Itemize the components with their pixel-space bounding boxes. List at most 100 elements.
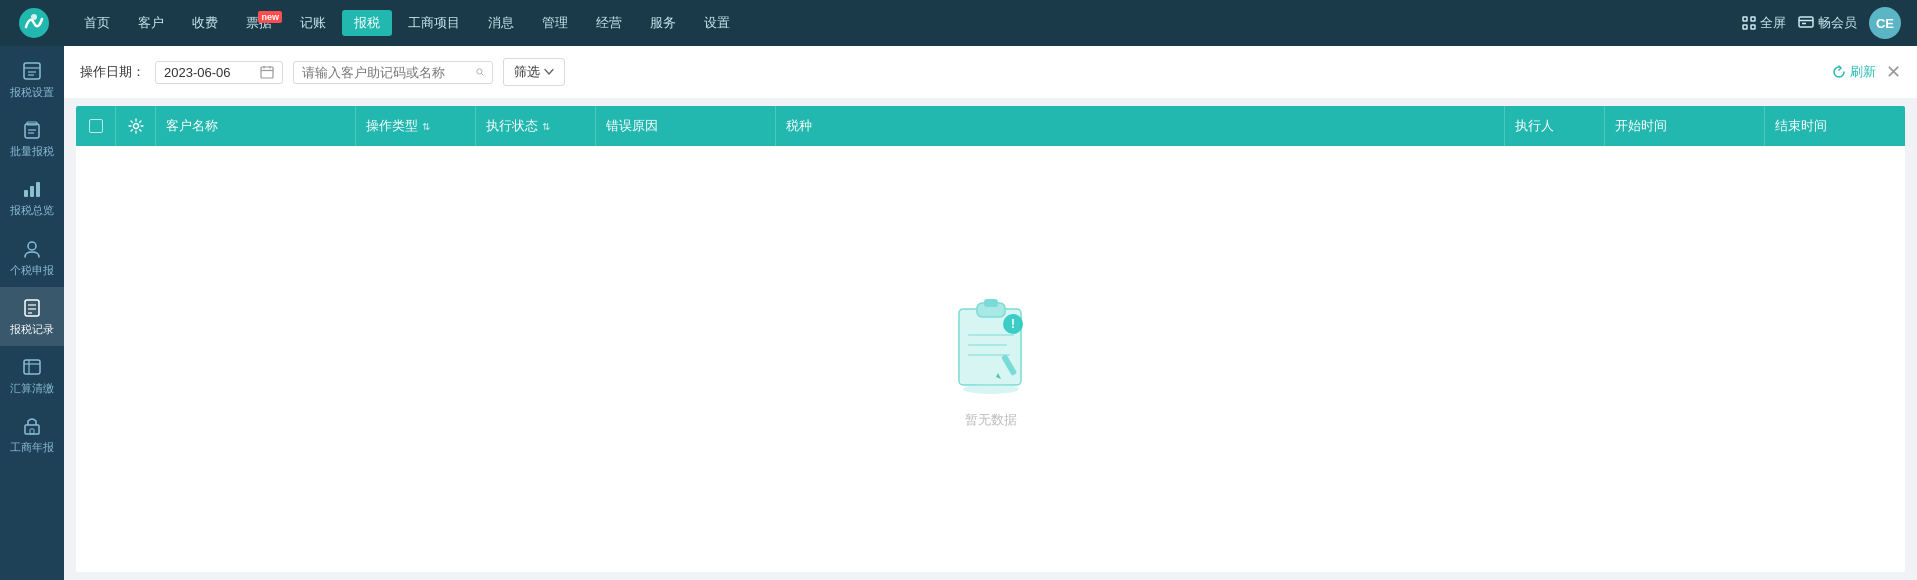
svg-line-35 — [481, 73, 483, 75]
top-nav-right: 全屏 畅会员 CE — [1742, 7, 1901, 39]
sidebar-item-报税设置[interactable]: 报税设置 — [0, 50, 64, 109]
sidebar-icon-报税设置 — [21, 60, 43, 82]
th-end-time: 结束时间 — [1765, 106, 1905, 146]
date-picker[interactable] — [155, 61, 283, 84]
svg-rect-30 — [261, 67, 273, 78]
logo[interactable] — [16, 5, 52, 41]
svg-rect-9 — [24, 63, 40, 79]
toolbar: 操作日期： 筛选 — [64, 46, 1917, 98]
search-box[interactable] — [293, 61, 493, 84]
svg-rect-6 — [1799, 17, 1813, 27]
svg-rect-3 — [1751, 17, 1755, 21]
sidebar-icon-个税申报 — [21, 238, 43, 260]
sidebar-label-个税申报: 个税申报 — [10, 264, 54, 277]
fullscreen-icon — [1742, 16, 1756, 30]
nav-item-收费[interactable]: 收费 — [180, 10, 230, 36]
settings-icon — [128, 118, 144, 134]
svg-rect-19 — [36, 182, 40, 197]
sidebar-icon-报税记录 — [21, 297, 43, 319]
main-layout: 报税设置批量报税报税总览个税申报报税记录汇算清缴工商年报 操作日期： — [0, 46, 1917, 580]
sidebar-label-批量报税: 批量报税 — [10, 145, 54, 158]
nav-item-客户[interactable]: 客户 — [126, 10, 176, 36]
svg-rect-39 — [984, 299, 998, 307]
member-label: 畅会员 — [1818, 14, 1857, 32]
refresh-label: 刷新 — [1850, 63, 1876, 81]
member-button[interactable]: 畅会员 — [1798, 14, 1857, 32]
refresh-button[interactable]: 刷新 — [1832, 63, 1876, 81]
content-area: 操作日期： 筛选 — [64, 46, 1917, 580]
th-executor: 执行人 — [1505, 106, 1605, 146]
sidebar-label-报税记录: 报税记录 — [10, 323, 54, 336]
svg-point-47 — [963, 384, 1019, 394]
table-container: 客户名称 操作类型 ⇅ 执行状态 ⇅ 错误原因 税种 执行人 — [76, 106, 1905, 572]
sidebar-icon-汇算清缴 — [21, 356, 43, 378]
sidebar-icon-批量报税 — [21, 119, 43, 141]
svg-text:!: ! — [1011, 317, 1015, 331]
th-tax-type: 税种 — [776, 106, 1505, 146]
th-start-time: 开始时间 — [1605, 106, 1765, 146]
sort-icon-status: ⇅ — [542, 121, 550, 132]
svg-rect-21 — [25, 300, 39, 316]
select-all-checkbox[interactable] — [89, 119, 103, 133]
date-input[interactable] — [164, 65, 254, 80]
nav-item-管理[interactable]: 管理 — [530, 10, 580, 36]
sidebar-label-工商年报: 工商年报 — [10, 441, 54, 454]
th-settings[interactable] — [116, 106, 156, 146]
refresh-icon — [1832, 65, 1846, 79]
chevron-down-icon — [544, 68, 554, 76]
nav-item-票据[interactable]: 票据new — [234, 10, 284, 36]
svg-point-1 — [31, 14, 37, 20]
nav-items: 首页客户收费票据new记账报税工商项目消息管理经营服务设置 — [72, 10, 1742, 36]
nav-item-工商项目[interactable]: 工商项目 — [396, 10, 472, 36]
nav-badge-票据: new — [258, 11, 282, 23]
search-icon — [476, 65, 484, 79]
date-label: 操作日期： — [80, 63, 145, 81]
filter-button[interactable]: 筛选 — [503, 58, 565, 86]
nav-item-服务[interactable]: 服务 — [638, 10, 688, 36]
empty-text: 暂无数据 — [965, 411, 1017, 429]
svg-rect-17 — [24, 190, 28, 197]
th-checkbox[interactable] — [76, 106, 116, 146]
svg-rect-4 — [1743, 25, 1747, 29]
sidebar-item-批量报税[interactable]: 批量报税 — [0, 109, 64, 168]
svg-point-36 — [133, 124, 138, 129]
th-client-name: 客户名称 — [156, 106, 356, 146]
sidebar-label-报税设置: 报税设置 — [10, 86, 54, 99]
nav-item-报税[interactable]: 报税 — [342, 10, 392, 36]
avatar[interactable]: CE — [1869, 7, 1901, 39]
th-error-reason: 错误原因 — [596, 106, 776, 146]
th-execution-status[interactable]: 执行状态 ⇅ — [476, 106, 596, 146]
svg-rect-18 — [30, 186, 34, 197]
nav-item-设置[interactable]: 设置 — [692, 10, 742, 36]
svg-rect-5 — [1751, 25, 1755, 29]
nav-item-消息[interactable]: 消息 — [476, 10, 526, 36]
sidebar-icon-报税总览 — [21, 178, 43, 200]
svg-rect-25 — [24, 360, 40, 374]
svg-rect-13 — [25, 124, 39, 138]
top-nav: 首页客户收费票据new记账报税工商项目消息管理经营服务设置 全屏 畅会员 CE — [0, 0, 1917, 46]
svg-point-20 — [28, 242, 36, 250]
empty-illustration: ! — [941, 289, 1041, 399]
nav-item-首页[interactable]: 首页 — [72, 10, 122, 36]
svg-rect-2 — [1743, 17, 1747, 21]
sort-icon-operation: ⇅ — [422, 121, 430, 132]
close-button[interactable]: ✕ — [1886, 63, 1901, 81]
nav-item-记账[interactable]: 记账 — [288, 10, 338, 36]
fullscreen-label: 全屏 — [1760, 14, 1786, 32]
sidebar: 报税设置批量报税报税总览个税申报报税记录汇算清缴工商年报 — [0, 46, 64, 580]
filter-label: 筛选 — [514, 63, 540, 81]
sidebar-item-报税记录[interactable]: 报税记录 — [0, 287, 64, 346]
search-input[interactable] — [302, 65, 470, 80]
sidebar-icon-工商年报 — [21, 415, 43, 437]
nav-item-经营[interactable]: 经营 — [584, 10, 634, 36]
th-operation-type[interactable]: 操作类型 ⇅ — [356, 106, 476, 146]
sidebar-item-工商年报[interactable]: 工商年报 — [0, 405, 64, 464]
sidebar-item-报税总览[interactable]: 报税总览 — [0, 168, 64, 227]
sidebar-item-个税申报[interactable]: 个税申报 — [0, 228, 64, 287]
sidebar-item-汇算清缴[interactable]: 汇算清缴 — [0, 346, 64, 405]
table-body: ! 暂无数据 — [76, 146, 1905, 572]
member-icon — [1798, 16, 1814, 30]
fullscreen-button[interactable]: 全屏 — [1742, 14, 1786, 32]
table-header: 客户名称 操作类型 ⇅ 执行状态 ⇅ 错误原因 税种 执行人 — [76, 106, 1905, 146]
sidebar-label-报税总览: 报税总览 — [10, 204, 54, 217]
